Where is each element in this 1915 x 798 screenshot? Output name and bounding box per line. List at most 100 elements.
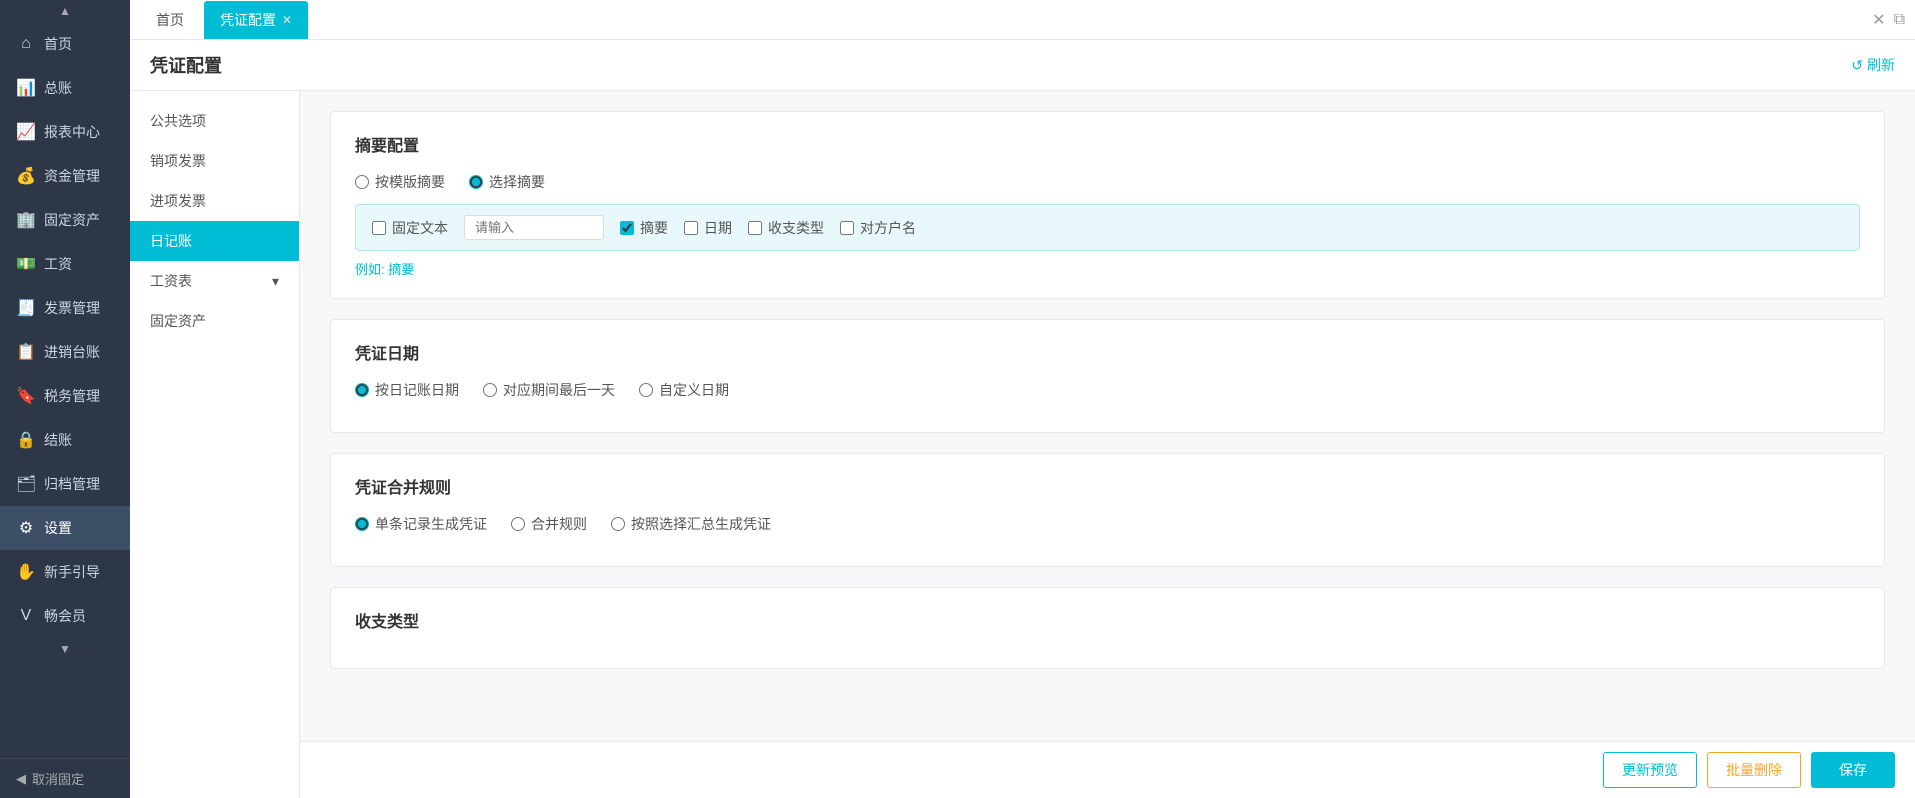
cb-fixed-text-input[interactable] <box>372 221 386 235</box>
left-nav-payroll-table-label: 工资表 <box>150 271 192 291</box>
radio-custom-date-label: 自定义日期 <box>659 380 729 400</box>
radio-summary-gen[interactable]: 按照选择汇总生成凭证 <box>611 514 771 534</box>
voucher-date-title: 凭证日期 <box>355 340 1860 364</box>
sidebar-item-ledger-label: 总账 <box>44 78 72 98</box>
left-nav-purchase-invoice[interactable]: 进项发票 <box>130 181 299 221</box>
sidebar-scroll-down[interactable]: ▼ <box>0 638 130 660</box>
invoice-icon: 🧾 <box>16 298 36 318</box>
tax-icon: 🔖 <box>16 386 36 406</box>
cb-date[interactable]: 日期 <box>684 218 732 238</box>
left-nav-public[interactable]: 公共选项 <box>130 101 299 141</box>
radio-template[interactable]: 按模版摘要 <box>355 172 445 192</box>
settings-icon: ⚙ <box>16 518 36 538</box>
sidebar-item-vip[interactable]: V 畅会员 <box>0 594 130 638</box>
radio-single[interactable]: 单条记录生成凭证 <box>355 514 487 534</box>
restore-window-button[interactable]: ⧉ <box>1894 11 1905 29</box>
cb-counterpart-input[interactable] <box>840 221 854 235</box>
sidebar-item-ledger[interactable]: 📊 总账 <box>0 66 130 110</box>
sidebar-item-reports[interactable]: 📈 报表中心 <box>0 110 130 154</box>
cb-summary[interactable]: 摘要 <box>620 218 668 238</box>
save-button[interactable]: 保存 <box>1811 752 1895 788</box>
radio-template-label: 按模版摘要 <box>375 172 445 192</box>
sidebar-item-funds-label: 资金管理 <box>44 166 100 186</box>
right-content: 摘要配置 按模版摘要 选择摘要 <box>300 91 1915 741</box>
main-area: 首页 凭证配置 ✕ ✕ ⧉ 凭证配置 ↺ 刷新 公共选项 销项发票 进项 <box>130 0 1915 798</box>
close-window-button[interactable]: ✕ <box>1872 10 1885 30</box>
sidebar-scroll-up[interactable]: ▲ <box>0 0 130 22</box>
refresh-label: 刷新 <box>1867 55 1895 75</box>
refresh-button[interactable]: ↺ 刷新 <box>1851 55 1895 75</box>
left-nav-payroll-table[interactable]: 工资表 ▾ <box>130 261 299 301</box>
sidebar-item-settings[interactable]: ⚙ 设置 <box>0 506 130 550</box>
content-area: 公共选项 销项发票 进项发票 日记账 工资表 ▾ 固定资产 <box>130 91 1915 798</box>
cb-date-input[interactable] <box>684 221 698 235</box>
update-preview-button[interactable]: 更新预览 <box>1603 752 1697 788</box>
sidebar-item-purchase[interactable]: 📋 进销台账 <box>0 330 130 374</box>
cb-summary-input[interactable] <box>620 221 634 235</box>
radio-template-input[interactable] <box>355 175 369 189</box>
sidebar-item-assets-label: 固定资产 <box>44 210 100 230</box>
unpin-label: 取消固定 <box>32 769 84 788</box>
sidebar-item-archive[interactable]: 🗂 归档管理 <box>0 462 130 506</box>
radio-custom-date-input[interactable] <box>639 383 653 397</box>
sidebar-item-guide[interactable]: ✋ 新手引导 <box>0 550 130 594</box>
radio-summary-gen-label: 按照选择汇总生成凭证 <box>631 514 771 534</box>
radio-merge[interactable]: 合并规则 <box>511 514 587 534</box>
sidebar-item-closing[interactable]: 🔒 结账 <box>0 418 130 462</box>
batch-delete-button[interactable]: 批量删除 <box>1707 752 1801 788</box>
radio-summary-gen-input[interactable] <box>611 517 625 531</box>
tab-close-icon[interactable]: ✕ <box>282 13 292 27</box>
sidebar-item-archive-label: 归档管理 <box>44 474 100 494</box>
funds-icon: 💰 <box>16 166 36 186</box>
assets-icon: 🏢 <box>16 210 36 230</box>
radio-due-last[interactable]: 对应期间最后一天 <box>483 380 615 400</box>
merge-rule-title: 凭证合并规则 <box>355 474 1860 498</box>
closing-icon: 🔒 <box>16 430 36 450</box>
sidebar-item-assets[interactable]: 🏢 固定资产 <box>0 198 130 242</box>
radio-single-label: 单条记录生成凭证 <box>375 514 487 534</box>
tab-voucher-config-label: 凭证配置 <box>220 10 276 30</box>
radio-choose-input[interactable] <box>469 175 483 189</box>
radio-journal-date-input[interactable] <box>355 383 369 397</box>
sidebar-item-home[interactable]: ⌂ 首页 <box>0 22 130 66</box>
left-nav-sales[interactable]: 销项发票 <box>130 141 299 181</box>
sidebar-item-invoice[interactable]: 🧾 发票管理 <box>0 286 130 330</box>
cb-counterpart-label: 对方户名 <box>860 218 916 238</box>
cb-fixed-text[interactable]: 固定文本 <box>372 218 448 238</box>
sidebar-item-tax[interactable]: 🔖 税务管理 <box>0 374 130 418</box>
left-nav-fixed-assets[interactable]: 固定资产 <box>130 301 299 341</box>
voucher-date-radio-group: 按日记账日期 对应期间最后一天 自定义日期 <box>355 380 1860 400</box>
sidebar-item-tax-label: 税务管理 <box>44 386 100 406</box>
fixed-text-input[interactable] <box>464 215 604 240</box>
sidebar: ▲ ⌂ 首页 📊 总账 📈 报表中心 💰 资金管理 🏢 固定资产 💵 工资 🧾 … <box>0 0 130 798</box>
chevron-down-icon: ▾ <box>272 273 279 290</box>
sidebar-item-funds[interactable]: 💰 资金管理 <box>0 154 130 198</box>
radio-custom-date[interactable]: 自定义日期 <box>639 380 729 400</box>
radio-journal-date[interactable]: 按日记账日期 <box>355 380 459 400</box>
cb-counterpart[interactable]: 对方户名 <box>840 218 916 238</box>
left-nav-public-label: 公共选项 <box>150 111 206 131</box>
tab-voucher-config[interactable]: 凭证配置 ✕ <box>204 1 308 39</box>
reports-icon: 📈 <box>16 122 36 142</box>
vip-icon: V <box>16 607 36 625</box>
sidebar-item-settings-label: 设置 <box>44 518 72 538</box>
cb-income-type[interactable]: 收支类型 <box>748 218 824 238</box>
pin-icon: ◀ <box>16 771 26 787</box>
radio-merge-input[interactable] <box>511 517 525 531</box>
purchase-icon: 📋 <box>16 342 36 362</box>
cb-summary-label: 摘要 <box>640 218 668 238</box>
page-header: 凭证配置 ↺ 刷新 <box>130 40 1915 91</box>
tab-home[interactable]: 首页 <box>140 1 200 39</box>
cb-income-type-input[interactable] <box>748 221 762 235</box>
merge-rule-radio-group: 单条记录生成凭证 合并规则 按照选择汇总生成凭证 <box>355 514 1860 534</box>
radio-single-input[interactable] <box>355 517 369 531</box>
unpin-button[interactable]: ◀ 取消固定 <box>0 758 130 798</box>
left-nav-purchase-invoice-label: 进项发票 <box>150 191 206 211</box>
left-nav-journal[interactable]: 日记账 <box>130 221 299 261</box>
sidebar-item-guide-label: 新手引导 <box>44 562 100 582</box>
radio-due-last-input[interactable] <box>483 383 497 397</box>
radio-merge-label: 合并规则 <box>531 514 587 534</box>
radio-choose[interactable]: 选择摘要 <box>469 172 545 192</box>
archive-icon: 🗂 <box>16 474 36 494</box>
sidebar-item-payroll[interactable]: 💵 工资 <box>0 242 130 286</box>
